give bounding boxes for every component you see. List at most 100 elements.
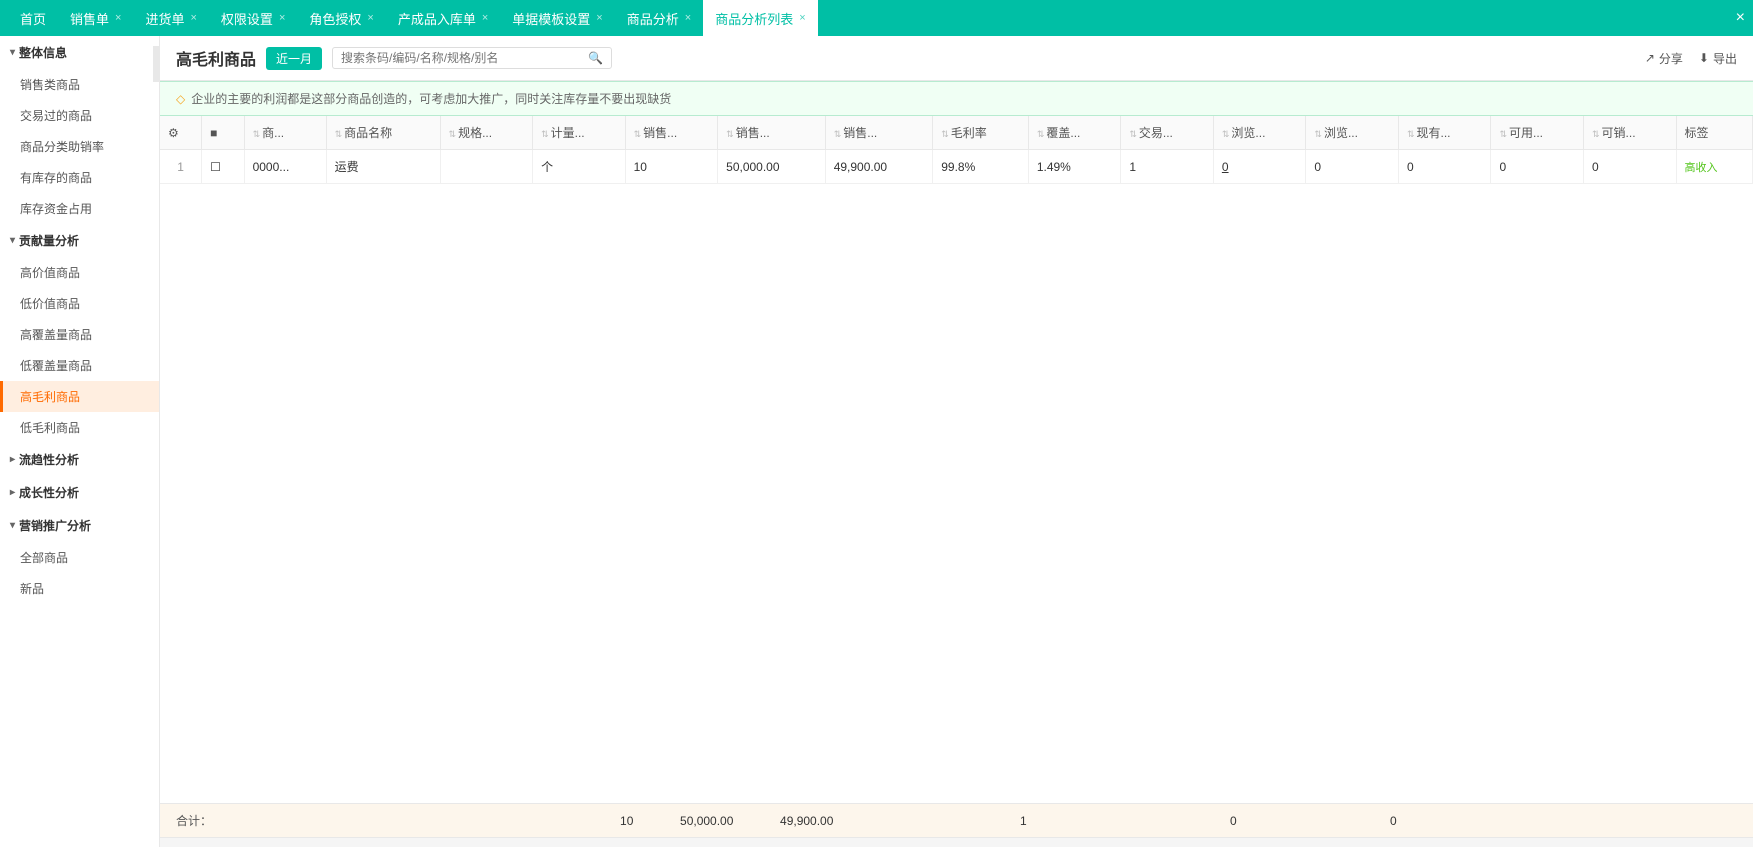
nav-item[interactable]: 销售单× (58, 0, 133, 36)
sidebar-item[interactable]: 高覆盖量商品 (0, 319, 159, 350)
footer-cell-11: 1 (1012, 814, 1082, 828)
sort-icon: ⇅ (726, 129, 734, 139)
table-header-cell-transaction[interactable]: ⇅交易... (1121, 116, 1214, 150)
search-icon[interactable]: 🔍 (588, 51, 603, 65)
sidebar-section-title[interactable]: ▾ 贡献量分析 (0, 224, 159, 257)
sidebar-section: ▸ 成长性分析 (0, 476, 159, 509)
table-cell-coverage: 1.49% (1028, 150, 1121, 184)
table-cell-num: 1 (160, 150, 202, 184)
nav-close-icon[interactable]: × (799, 12, 805, 24)
column-label: ⚙ (168, 126, 179, 140)
time-filter-button[interactable]: 近一月 (266, 47, 322, 70)
chevron-down-icon: ▾ (10, 235, 15, 246)
nav-item[interactable]: 角色授权× (297, 0, 385, 36)
table-cell-stock_available: 0 (1491, 150, 1584, 184)
nav-close-icon[interactable]: × (482, 12, 488, 24)
table-header-cell-stock_current[interactable]: ⇅现有... (1398, 116, 1491, 150)
nav-item[interactable]: 商品分析列表× (703, 0, 817, 36)
column-label: 销售... (736, 126, 770, 140)
nav-item[interactable]: 产成品入库单× (386, 0, 500, 36)
chevron-right-icon: ▸ (10, 487, 15, 498)
sort-icon: ⇅ (1037, 129, 1045, 139)
sidebar-item[interactable]: 库存资金占用 (0, 193, 159, 224)
table-header-cell-unit[interactable]: ⇅计量... (533, 116, 626, 150)
sort-icon: ⇅ (541, 129, 549, 139)
nav-close-icon[interactable]: × (190, 12, 196, 24)
sort-icon: ⇅ (449, 129, 457, 139)
share-icon: ↗ (1645, 51, 1655, 65)
table-header-cell-sales2[interactable]: ⇅销售... (718, 116, 826, 150)
nav-item[interactable]: 单据模板设置× (500, 0, 614, 36)
column-label: 销售... (843, 126, 877, 140)
header-right: ↗ 分享 ⬇ 导出 (1645, 50, 1737, 67)
sort-icon: ⇅ (1222, 129, 1230, 139)
sidebar-item[interactable]: 全部商品 (0, 542, 159, 573)
export-button[interactable]: ⬇ 导出 (1699, 50, 1737, 67)
column-label: 可用... (1509, 126, 1543, 140)
table-cell-unit: 个 (533, 150, 626, 184)
sidebar-section-title[interactable]: ▸流趋性分析 (0, 443, 159, 476)
search-input[interactable] (341, 51, 588, 65)
sidebar-section-title[interactable]: ▸ 成长性分析 (0, 476, 159, 509)
table-header-cell-stock_available[interactable]: ⇅可用... (1491, 116, 1584, 150)
sidebar-item[interactable]: 交易过的商品 (0, 100, 159, 131)
sidebar-item[interactable]: 新品 (0, 573, 159, 604)
column-label: 规格... (458, 126, 492, 140)
column-label: 销售... (643, 126, 677, 140)
sort-icon: ⇅ (834, 129, 842, 139)
nav-item[interactable]: 首页 (8, 0, 58, 36)
table-header-cell-sales1[interactable]: ⇅销售... (625, 116, 718, 150)
sidebar-item[interactable]: 高毛利商品 (0, 381, 159, 412)
sidebar-item[interactable]: 低毛利商品 (0, 412, 159, 443)
nav-close-icon[interactable]: × (115, 12, 121, 24)
table-header-cell-code[interactable]: ⇅商... (244, 116, 326, 150)
nav-item[interactable]: 进货单× (133, 0, 208, 36)
sidebar-item[interactable]: 有库存的商品 (0, 162, 159, 193)
horizontal-scrollbar[interactable] (160, 837, 1753, 847)
sidebar-section-label: 成长性分析 (19, 484, 79, 501)
table-header-cell-browse1[interactable]: ⇅浏览... (1213, 116, 1306, 150)
sidebar-item[interactable]: 销售类商品 (0, 69, 159, 100)
column-label: 毛利率 (951, 126, 987, 140)
table-header-cell-browse2[interactable]: ⇅浏览... (1306, 116, 1399, 150)
sort-icon: ⇅ (253, 129, 261, 139)
content-area: 高毛利商品 近一月 🔍 ↗ 分享 ⬇ 导出 ◇ 企业的主要的利润都是这部分商品创… (160, 36, 1753, 847)
nav-item[interactable]: 商品分析× (615, 0, 703, 36)
column-label: 标签 (1685, 126, 1709, 140)
table-cell-checkbox: ☐ (202, 150, 244, 184)
table-row: 1☐0000...运费个1050,000.0049,900.0099.8%1.4… (160, 150, 1753, 184)
table-header-cell-spec[interactable]: ⇅规格... (440, 116, 533, 150)
table-header-cell-name[interactable]: ⇅商品名称 (326, 116, 440, 150)
table-header-cell-settings: ⚙ (160, 116, 202, 150)
table-header-cell-sales3[interactable]: ⇅销售... (825, 116, 933, 150)
sidebar-item[interactable]: 低价值商品 (0, 288, 159, 319)
total-label: 合计： (176, 812, 212, 829)
sidebar-item[interactable]: 低覆盖量商品 (0, 350, 159, 381)
sidebar-section: ▾ 贡献量分析高价值商品低价值商品高覆盖量商品低覆盖量商品高毛利商品低毛利商品 (0, 224, 159, 443)
sidebar-collapse-button[interactable]: « (153, 46, 160, 82)
sidebar-item[interactable]: 高价值商品 (0, 257, 159, 288)
sidebar-section-label: 贡献量分析 (19, 232, 79, 249)
nav-close-icon[interactable]: × (279, 12, 285, 24)
info-icon: ◇ (176, 92, 185, 106)
table-header-cell-gross_margin[interactable]: ⇅毛利率 (933, 116, 1029, 150)
main-layout: « ▾整体信息销售类商品交易过的商品商品分类助销率有库存的商品库存资金占用 ▾ 贡献… (0, 36, 1753, 847)
window-close-button[interactable]: × (1736, 9, 1745, 27)
sidebar-section-title[interactable]: ▾整体信息 (0, 36, 159, 69)
share-button[interactable]: ↗ 分享 (1645, 50, 1683, 67)
nav-close-icon[interactable]: × (367, 12, 373, 24)
chevron-down-icon: ▾ (10, 520, 15, 531)
sidebar-item[interactable]: 商品分类助销率 (0, 131, 159, 162)
nav-close-icon[interactable]: × (596, 12, 602, 24)
sort-icon: ⇅ (1499, 129, 1507, 139)
sort-icon: ⇅ (1407, 129, 1415, 139)
nav-item[interactable]: 权限设置× (209, 0, 297, 36)
nav-close-icon[interactable]: × (685, 12, 691, 24)
table-header-cell-stock_saleable[interactable]: ⇅可销... (1584, 116, 1677, 150)
sidebar-section-title[interactable]: ▾营销推广分析 (0, 509, 159, 542)
table-header-cell-checkbox: ■ (202, 116, 244, 150)
content-header: 高毛利商品 近一月 🔍 ↗ 分享 ⬇ 导出 (160, 36, 1753, 81)
table-header-cell-coverage[interactable]: ⇅覆盖... (1028, 116, 1121, 150)
column-label: 商品名称 (344, 126, 392, 140)
table-cell-browse2: 0 (1306, 150, 1399, 184)
